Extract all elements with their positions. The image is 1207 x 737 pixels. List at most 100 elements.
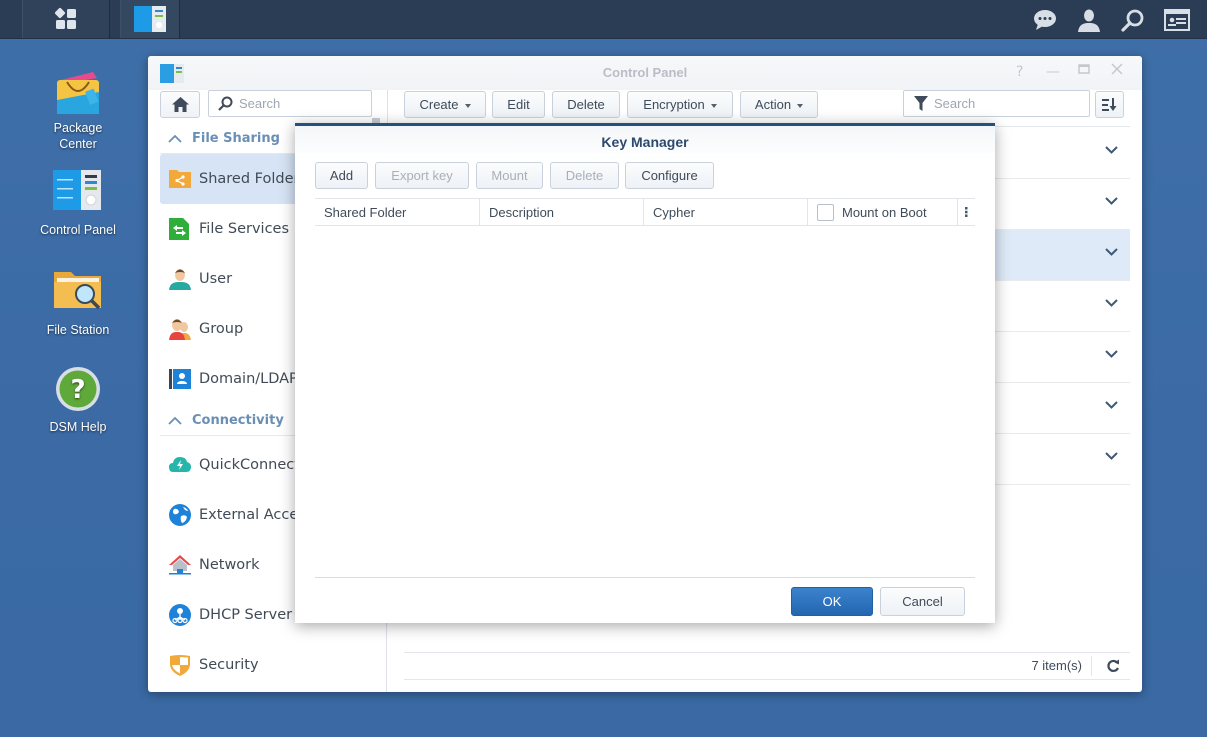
sidebar-search-input[interactable]: Search — [208, 90, 372, 117]
key-manager-dialog: Key Manager Add Export key Mount Delete … — [295, 123, 995, 623]
chevron-up-icon — [168, 134, 182, 143]
desktop-icon-file-station[interactable]: File Station — [28, 268, 128, 338]
file-services-icon — [169, 218, 189, 240]
create-label: Create — [419, 97, 459, 112]
column-header-cypher[interactable]: Cypher — [644, 199, 808, 225]
filter-icon — [914, 96, 928, 111]
search-placeholder: Search — [239, 96, 281, 111]
edit-label: Edit — [507, 97, 530, 112]
filter-search-input[interactable]: Search — [903, 90, 1090, 117]
action-label: Action — [754, 97, 792, 112]
maximize-icon — [1078, 64, 1090, 74]
shield-icon — [170, 655, 190, 676]
section-title: Connectivity — [192, 413, 284, 428]
notifications-button[interactable] — [1031, 6, 1059, 34]
export-key-button[interactable]: Export key — [375, 162, 469, 189]
delete-label: Delete — [567, 97, 605, 112]
help-icon: ? — [53, 365, 103, 415]
desktop-icon-label: Control Panel — [40, 223, 116, 237]
sidebar-item-label: Domain/LDAP — [199, 371, 298, 387]
desktop-icon-label: Center — [59, 137, 97, 151]
encryption-button[interactable]: Encryption — [627, 91, 733, 118]
footer-divider — [1091, 656, 1092, 676]
network-icon — [169, 555, 191, 575]
delete-key-button[interactable]: Delete — [550, 162, 619, 189]
search-button[interactable] — [1119, 6, 1147, 34]
delete-key-label: Delete — [565, 168, 604, 183]
refresh-button[interactable] — [1106, 659, 1120, 677]
help-button[interactable]: ? — [1016, 64, 1023, 80]
home-button[interactable] — [160, 91, 200, 118]
window-title: Control Panel — [602, 65, 688, 80]
close-button[interactable] — [1111, 63, 1123, 79]
sidebar-item-security[interactable]: Security — [160, 640, 387, 690]
chevron-down-icon[interactable] — [1105, 146, 1118, 154]
domain-ldap-icon — [169, 369, 191, 389]
caret-down-icon — [710, 103, 717, 108]
column-label: Shared Folder — [324, 204, 407, 220]
group-icon — [169, 319, 191, 340]
desktop-icon-control-panel[interactable]: Control Panel — [28, 168, 128, 238]
taskbar-control-panel[interactable] — [120, 0, 180, 38]
minimize-button[interactable]: — — [1046, 64, 1060, 80]
desktop-icon-label: DSM Help — [49, 420, 107, 434]
list-footer: 7 item(s) — [404, 652, 1130, 680]
configure-label: Configure — [641, 168, 698, 183]
sort-button[interactable] — [1095, 91, 1124, 118]
more-vertical-icon — [965, 207, 968, 217]
cancel-button[interactable]: Cancel — [880, 587, 965, 616]
user-menu-button[interactable] — [1075, 6, 1103, 34]
dialog-title: Key Manager — [601, 134, 689, 150]
main-menu-button[interactable] — [22, 0, 110, 38]
column-header-description[interactable]: Description — [480, 199, 644, 225]
column-menu-button[interactable] — [958, 199, 975, 225]
chevron-down-icon[interactable] — [1105, 452, 1118, 460]
control-panel-icon — [134, 6, 166, 32]
caret-down-icon — [797, 103, 804, 108]
column-header-mount-on-boot[interactable]: Mount on Boot — [808, 199, 958, 225]
sidebar-item-label: Network — [199, 557, 260, 573]
toolbar-divider — [387, 90, 388, 124]
sidebar-item-label: Group — [199, 321, 244, 337]
desktop-icon-label: Package — [53, 121, 103, 135]
maximize-button[interactable] — [1078, 63, 1090, 79]
key-grid-body — [315, 226, 975, 577]
desktop-icon-dsm-help[interactable]: ? DSM Help — [28, 365, 128, 435]
mount-on-boot-select-all-checkbox[interactable] — [817, 203, 834, 221]
home-icon — [171, 97, 189, 112]
delete-button[interactable]: Delete — [552, 91, 620, 118]
desktop-icon-package-center[interactable]: Package Center — [28, 66, 128, 152]
configure-button[interactable]: Configure — [625, 162, 714, 189]
chevron-down-icon[interactable] — [1105, 197, 1118, 205]
mount-button[interactable]: Mount — [476, 162, 543, 189]
sidebar-item-label: User — [199, 271, 233, 287]
chevron-down-icon[interactable] — [1105, 350, 1118, 358]
chevron-down-icon[interactable] — [1105, 299, 1118, 307]
chevron-up-icon — [168, 416, 182, 425]
action-button[interactable]: Action — [740, 91, 818, 118]
column-label: Cypher — [653, 204, 695, 220]
add-button[interactable]: Add — [315, 162, 368, 189]
ok-label: OK — [822, 594, 842, 609]
caret-down-icon — [464, 103, 471, 108]
edit-button[interactable]: Edit — [492, 91, 545, 118]
user-icon — [1078, 9, 1100, 32]
desktop-icon-label: File Station — [46, 323, 110, 337]
window-titlebar[interactable]: Control Panel ? — — [148, 56, 1142, 90]
shared-folder-icon — [169, 170, 191, 188]
export-key-label: Export key — [391, 168, 453, 183]
filter-placeholder: Search — [934, 96, 976, 111]
sort-descending-icon — [1101, 97, 1116, 111]
encryption-label: Encryption — [643, 97, 705, 112]
add-label: Add — [329, 168, 354, 183]
ok-button[interactable]: OK — [791, 587, 873, 616]
sidebar-item-label: QuickConnect — [199, 457, 300, 473]
column-header-shared-folder[interactable]: Shared Folder — [315, 199, 480, 225]
widgets-button[interactable] — [1163, 6, 1191, 34]
create-button[interactable]: Create — [404, 91, 486, 118]
chevron-down-icon[interactable] — [1105, 248, 1118, 256]
chevron-down-icon[interactable] — [1105, 401, 1118, 409]
globe-icon — [169, 504, 191, 526]
mount-label: Mount — [491, 168, 528, 183]
close-icon — [1111, 63, 1123, 75]
